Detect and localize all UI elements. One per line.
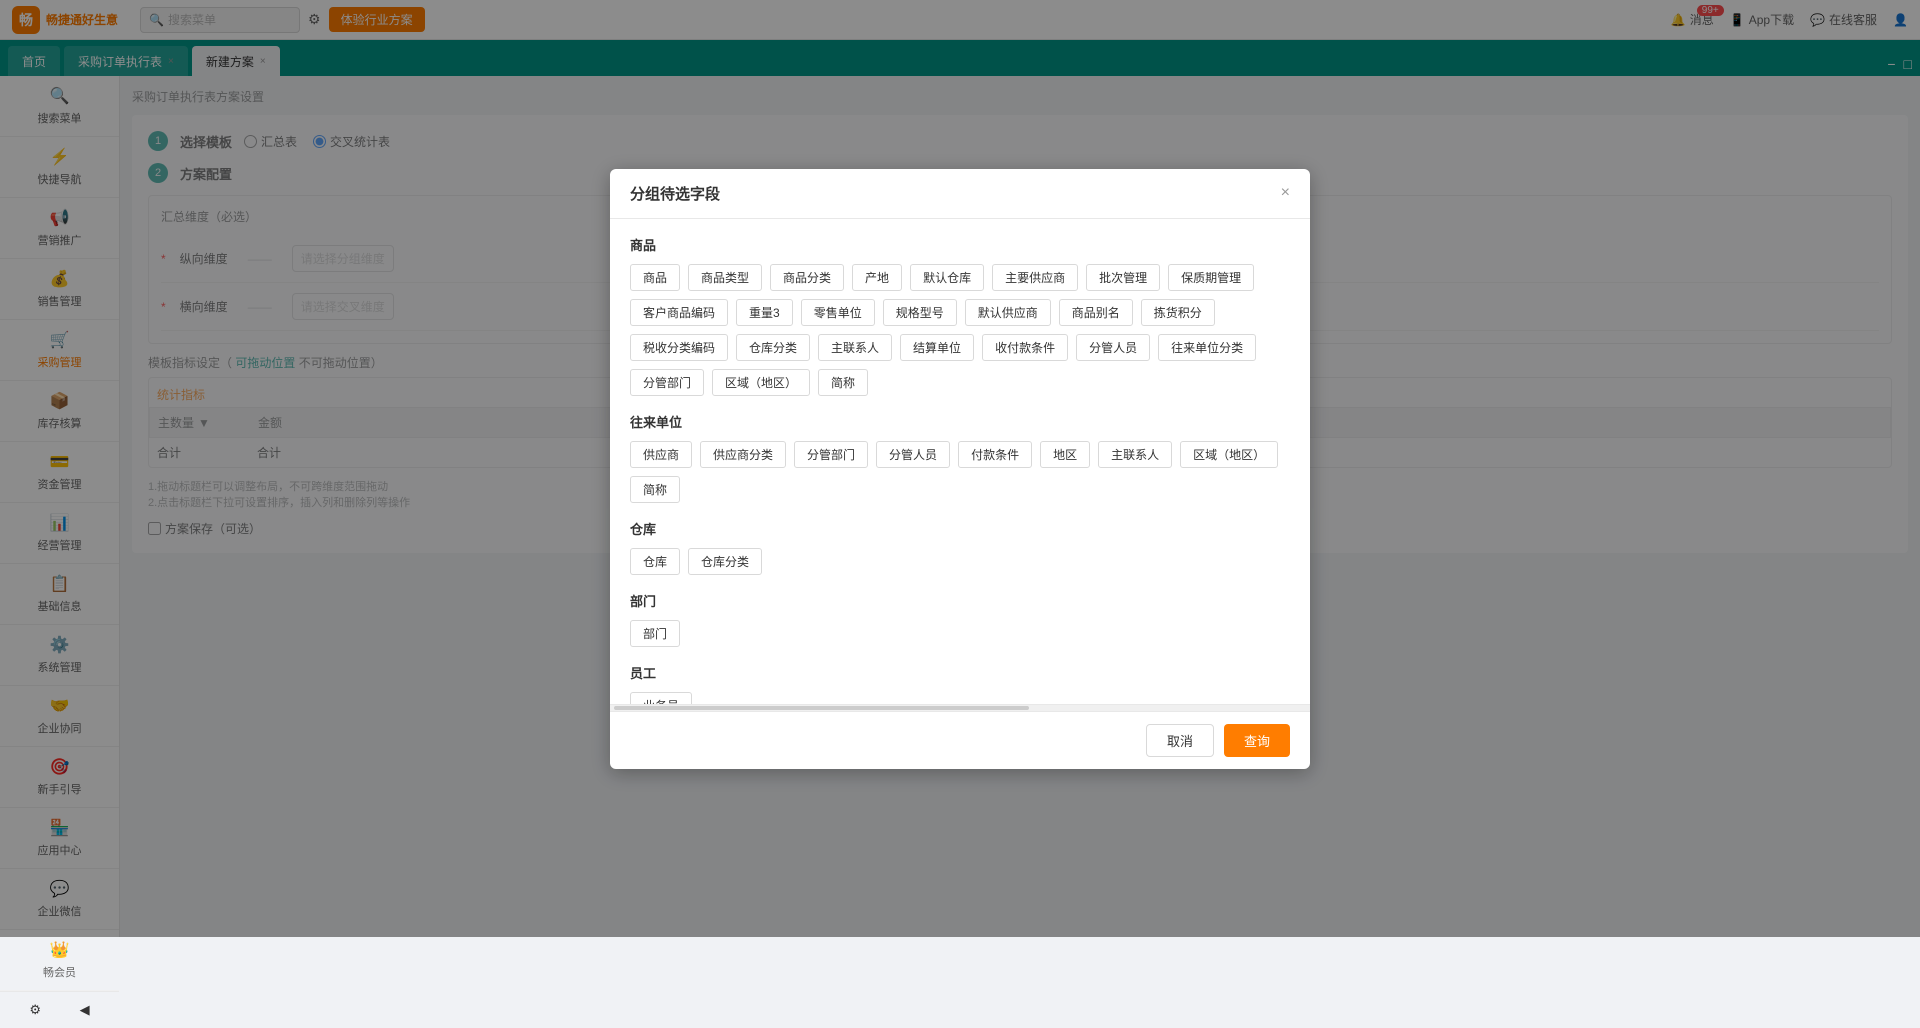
field-tag[interactable]: 结算单位	[900, 334, 974, 361]
section-product-title: 商品	[630, 235, 1290, 254]
field-tag[interactable]: 收付款条件	[982, 334, 1068, 361]
sidebar-settings-button[interactable]: ⚙	[29, 1002, 41, 1018]
section-warehouse: 仓库 仓库 仓库分类	[630, 519, 1290, 575]
field-tag[interactable]: 分管人员	[876, 441, 950, 468]
field-tag[interactable]: 商品类型	[688, 264, 762, 291]
section-department-title: 部门	[630, 591, 1290, 610]
field-tag[interactable]: 保质期管理	[1168, 264, 1254, 291]
field-tag[interactable]: 分管部门	[794, 441, 868, 468]
sidebar-collapse-button[interactable]: ◀	[80, 1002, 90, 1018]
field-tag[interactable]: 付款条件	[958, 441, 1032, 468]
modal-header: 分组待选字段 ×	[610, 169, 1310, 219]
field-tag[interactable]: 批次管理	[1086, 264, 1160, 291]
field-tag[interactable]: 部门	[630, 620, 680, 647]
department-fields: 部门	[630, 620, 1290, 647]
field-tag[interactable]: 供应商分类	[700, 441, 786, 468]
field-tag[interactable]: 默认仓库	[910, 264, 984, 291]
sidebar-label-member: 畅会员	[43, 964, 76, 980]
section-product: 商品 商品 商品类型 商品分类 产地 默认仓库 主要供应商 批次管理 保质期管理…	[630, 235, 1290, 396]
field-tag[interactable]: 默认供应商	[965, 299, 1051, 326]
field-tag[interactable]: 业务员	[630, 692, 692, 705]
field-tag[interactable]: 分管部门	[630, 369, 704, 396]
field-tag[interactable]: 主要供应商	[992, 264, 1078, 291]
modal-close-button[interactable]: ×	[1281, 184, 1290, 202]
field-tag[interactable]: 商品分类	[770, 264, 844, 291]
field-tag[interactable]: 区域（地区）	[1180, 441, 1278, 468]
confirm-button[interactable]: 查询	[1224, 724, 1290, 757]
warehouse-fields: 仓库 仓库分类	[630, 548, 1290, 575]
field-tag[interactable]: 商品	[630, 264, 680, 291]
section-counterpart: 往来单位 供应商 供应商分类 分管部门 分管人员 付款条件 地区 主联系人 区域…	[630, 412, 1290, 503]
field-tag[interactable]: 重量3	[736, 299, 793, 326]
field-tag[interactable]: 主联系人	[1098, 441, 1172, 468]
section-employee: 员工 业务员	[630, 663, 1290, 705]
section-department: 部门 部门	[630, 591, 1290, 647]
field-tag[interactable]: 税收分类编码	[630, 334, 728, 361]
field-tag[interactable]: 产地	[852, 264, 902, 291]
cancel-button[interactable]: 取消	[1146, 724, 1214, 757]
sidebar-bottom: ⚙ ◀	[0, 991, 119, 1028]
field-tag[interactable]: 商品别名	[1059, 299, 1133, 326]
modal-overlay: 分组待选字段 × 商品 商品 商品类型 商品分类 产地 默认仓库 主要供应商	[120, 76, 1920, 937]
field-tag[interactable]: 简称	[630, 476, 680, 503]
section-warehouse-title: 仓库	[630, 519, 1290, 538]
modal-body: 商品 商品 商品类型 商品分类 产地 默认仓库 主要供应商 批次管理 保质期管理…	[610, 219, 1310, 705]
field-tag[interactable]: 简称	[818, 369, 868, 396]
main-layout: 🔍 搜索菜单 ⚡ 快捷导航 📢 营销推广 💰 销售管理 🛒 采购管理 📦 库存核…	[0, 76, 1920, 937]
field-tag[interactable]: 区域（地区）	[712, 369, 810, 396]
field-tag[interactable]: 规格型号	[883, 299, 957, 326]
field-tag[interactable]: 主联系人	[818, 334, 892, 361]
field-tag[interactable]: 分管人员	[1076, 334, 1150, 361]
modal-title: 分组待选字段	[630, 183, 720, 204]
employee-fields: 业务员	[630, 692, 1290, 705]
field-tag[interactable]: 拣货积分	[1141, 299, 1215, 326]
field-tag[interactable]: 仓库分类	[688, 548, 762, 575]
product-fields: 商品 商品类型 商品分类 产地 默认仓库 主要供应商 批次管理 保质期管理 客户…	[630, 264, 1290, 396]
section-employee-title: 员工	[630, 663, 1290, 682]
field-tag[interactable]: 地区	[1040, 441, 1090, 468]
member-icon: 👑	[50, 940, 70, 960]
field-tag[interactable]: 仓库分类	[736, 334, 810, 361]
field-tag[interactable]: 供应商	[630, 441, 692, 468]
field-tag[interactable]: 客户商品编码	[630, 299, 728, 326]
field-tag[interactable]: 往来单位分类	[1158, 334, 1256, 361]
modal-footer: 取消 查询	[610, 711, 1310, 769]
content-area: 采购订单执行表方案设置 1 选择模板 汇总表 交叉统计表	[120, 76, 1920, 937]
field-select-modal: 分组待选字段 × 商品 商品 商品类型 商品分类 产地 默认仓库 主要供应商	[610, 169, 1310, 769]
section-counterpart-title: 往来单位	[630, 412, 1290, 431]
sidebar-item-member[interactable]: 👑 畅会员	[0, 930, 119, 991]
field-tag[interactable]: 零售单位	[801, 299, 875, 326]
field-tag[interactable]: 仓库	[630, 548, 680, 575]
counterpart-fields: 供应商 供应商分类 分管部门 分管人员 付款条件 地区 主联系人 区域（地区） …	[630, 441, 1290, 503]
